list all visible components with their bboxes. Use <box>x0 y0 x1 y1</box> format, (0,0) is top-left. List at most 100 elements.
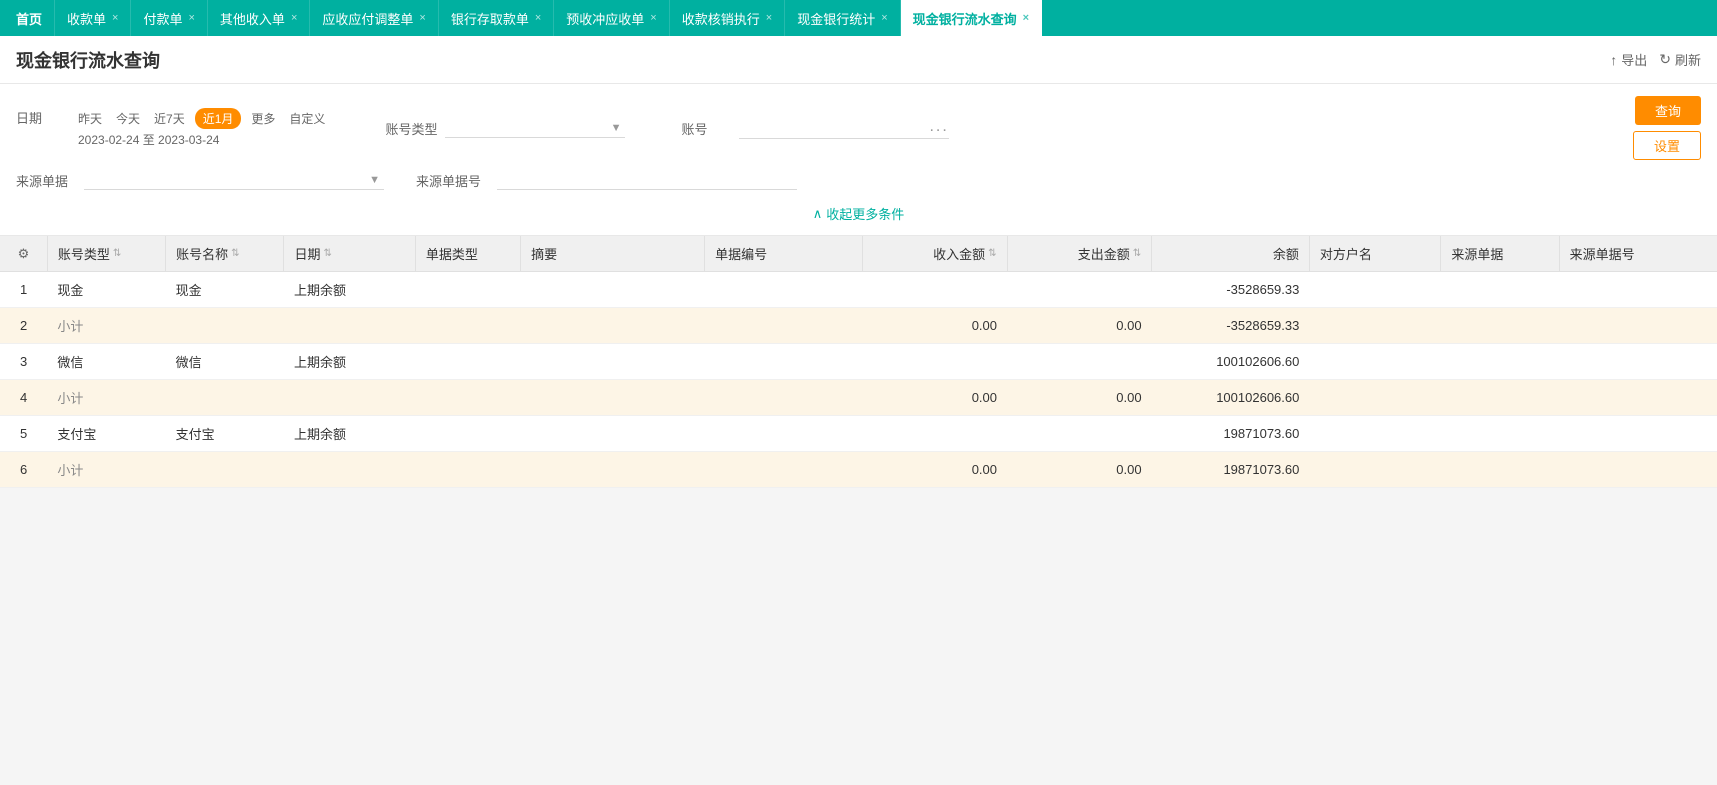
query-button[interactable]: 查询 <box>1635 96 1701 125</box>
cell-no: 2 <box>0 308 47 344</box>
table-header-row: ⚙ 账号类型 ⇅ 账号名称 ⇅ 日期 <box>0 236 1717 272</box>
cell-counterparty <box>1309 380 1440 416</box>
cell-src-doc <box>1441 416 1559 452</box>
cell-src-doc-no <box>1559 272 1717 308</box>
cell-acct-type: 小计 <box>47 308 165 344</box>
data-table: ⚙ 账号类型 ⇅ 账号名称 ⇅ 日期 <box>0 236 1717 488</box>
table-row: 1 现金 现金 上期余额 -3528659.33 <box>0 272 1717 308</box>
nav-tab-4[interactable]: 银行存取款单 × <box>439 0 554 36</box>
cell-acct-type: 微信 <box>47 344 165 380</box>
nav-tab-3[interactable]: 应收应付调整单 × <box>310 0 438 36</box>
cell-acct-name <box>166 308 284 344</box>
table-row: 3 微信 微信 上期余额 100102606.60 <box>0 344 1717 380</box>
filter-row-2: 来源单据 ▼ 来源单据号 <box>16 170 1701 190</box>
sort-icon-expense[interactable]: ⇅ <box>1133 248 1141 259</box>
nav-tab-1[interactable]: 付款单 × <box>131 0 207 36</box>
cell-no: 5 <box>0 416 47 452</box>
sort-icon-income[interactable]: ⇅ <box>988 248 996 259</box>
cell-acct-type: 支付宝 <box>47 416 165 452</box>
close-icon-4[interactable]: × <box>535 12 541 24</box>
th-settings[interactable]: ⚙ <box>0 236 47 272</box>
cell-expense <box>1007 344 1152 380</box>
cell-counterparty <box>1309 308 1440 344</box>
collapse-bar[interactable]: ∧ 收起更多条件 <box>16 200 1701 223</box>
date-label: 日期 <box>16 108 66 127</box>
cell-balance: -3528659.33 <box>1152 308 1310 344</box>
src-doc-select[interactable] <box>84 170 384 189</box>
date-yesterday[interactable]: 昨天 <box>74 108 106 129</box>
th-src-doc-no: 来源单据号 <box>1559 236 1717 272</box>
cell-balance: 100102606.60 <box>1152 380 1310 416</box>
close-icon-3[interactable]: × <box>419 12 425 24</box>
date-filter-group: 日期 昨天 今天 近7天 近1月 更多 自定义 2023-02-24 至 202… <box>16 108 329 148</box>
account-no-input[interactable] <box>739 117 923 136</box>
refresh-button[interactable]: ↻ 刷新 <box>1659 50 1701 69</box>
nav-tab-0[interactable]: 收款单 × <box>55 0 131 36</box>
cell-src-doc <box>1441 380 1559 416</box>
setting-button[interactable]: 设置 <box>1633 131 1701 160</box>
cell-src-doc-no <box>1559 344 1717 380</box>
table-row: 2 小计 0.00 0.00 -3528659.33 <box>0 308 1717 344</box>
cell-doc-no <box>705 416 863 452</box>
sort-icon-date[interactable]: ⇅ <box>323 248 331 259</box>
nav-tab-8[interactable]: 现金银行流水查询 × <box>901 0 1042 36</box>
th-doc-no: 单据编号 <box>705 236 863 272</box>
export-icon: ↑ <box>1610 52 1617 68</box>
cell-counterparty <box>1309 452 1440 488</box>
close-icon-8[interactable]: × <box>1023 12 1029 24</box>
close-icon-5[interactable]: × <box>650 12 656 24</box>
cell-acct-name <box>166 452 284 488</box>
account-type-select[interactable]: 现金 微信 支付宝 <box>445 118 625 137</box>
cell-doc-type <box>415 452 520 488</box>
close-icon-7[interactable]: × <box>881 12 887 24</box>
cell-acct-name <box>166 380 284 416</box>
cell-src-doc <box>1441 308 1559 344</box>
date-today[interactable]: 今天 <box>112 108 144 129</box>
cell-acct-name: 支付宝 <box>166 416 284 452</box>
sort-icon-acct-type[interactable]: ⇅ <box>113 248 121 259</box>
date-1month[interactable]: 近1月 <box>195 108 242 129</box>
cell-src-doc <box>1441 344 1559 380</box>
date-7days[interactable]: 近7天 <box>150 108 189 129</box>
close-icon-2[interactable]: × <box>291 12 297 24</box>
account-no-wrap: ... <box>739 117 948 139</box>
cell-expense <box>1007 416 1152 452</box>
close-icon-6[interactable]: × <box>766 12 772 24</box>
src-doc-no-input[interactable] <box>497 170 797 190</box>
account-no-dots-button[interactable]: ... <box>929 118 948 136</box>
export-button[interactable]: ↑ 导出 <box>1610 50 1647 69</box>
th-income: 收入金额 ⇅ <box>862 236 1007 272</box>
th-balance: 余额 <box>1152 236 1310 272</box>
cell-counterparty <box>1309 272 1440 308</box>
cell-doc-type <box>415 380 520 416</box>
cell-income <box>862 272 1007 308</box>
close-icon-0[interactable]: × <box>112 12 118 24</box>
cell-summary <box>521 272 705 308</box>
account-type-label: 账号类型 <box>385 119 437 138</box>
cell-doc-type <box>415 416 520 452</box>
cell-src-doc-no <box>1559 416 1717 452</box>
account-type-select-wrap: 现金 微信 支付宝 ▼ <box>445 118 625 138</box>
cell-date: 上期余额 <box>284 416 415 452</box>
nav-tab-2[interactable]: 其他收入单 × <box>208 0 310 36</box>
cell-doc-no <box>705 344 863 380</box>
cell-date: 上期余额 <box>284 344 415 380</box>
close-icon-1[interactable]: × <box>188 12 194 24</box>
nav-home[interactable]: 首页 <box>4 0 55 36</box>
nav-tab-6[interactable]: 收款核销执行 × <box>670 0 785 36</box>
nav-tab-5[interactable]: 预收冲应收单 × <box>554 0 669 36</box>
cell-expense: 0.00 <box>1007 380 1152 416</box>
cell-summary <box>521 452 705 488</box>
cell-no: 3 <box>0 344 47 380</box>
cell-income: 0.00 <box>862 308 1007 344</box>
cell-income <box>862 416 1007 452</box>
nav-tab-7[interactable]: 现金银行统计 × <box>785 0 900 36</box>
table-area: ⚙ 账号类型 ⇅ 账号名称 ⇅ 日期 <box>0 236 1717 488</box>
cell-doc-type <box>415 272 520 308</box>
cell-summary <box>521 344 705 380</box>
date-more[interactable]: 更多 <box>247 108 279 129</box>
refresh-icon: ↻ <box>1659 51 1671 68</box>
date-custom[interactable]: 自定义 <box>285 108 329 129</box>
cell-balance: -3528659.33 <box>1152 272 1310 308</box>
sort-icon-acct-name[interactable]: ⇅ <box>231 248 239 259</box>
